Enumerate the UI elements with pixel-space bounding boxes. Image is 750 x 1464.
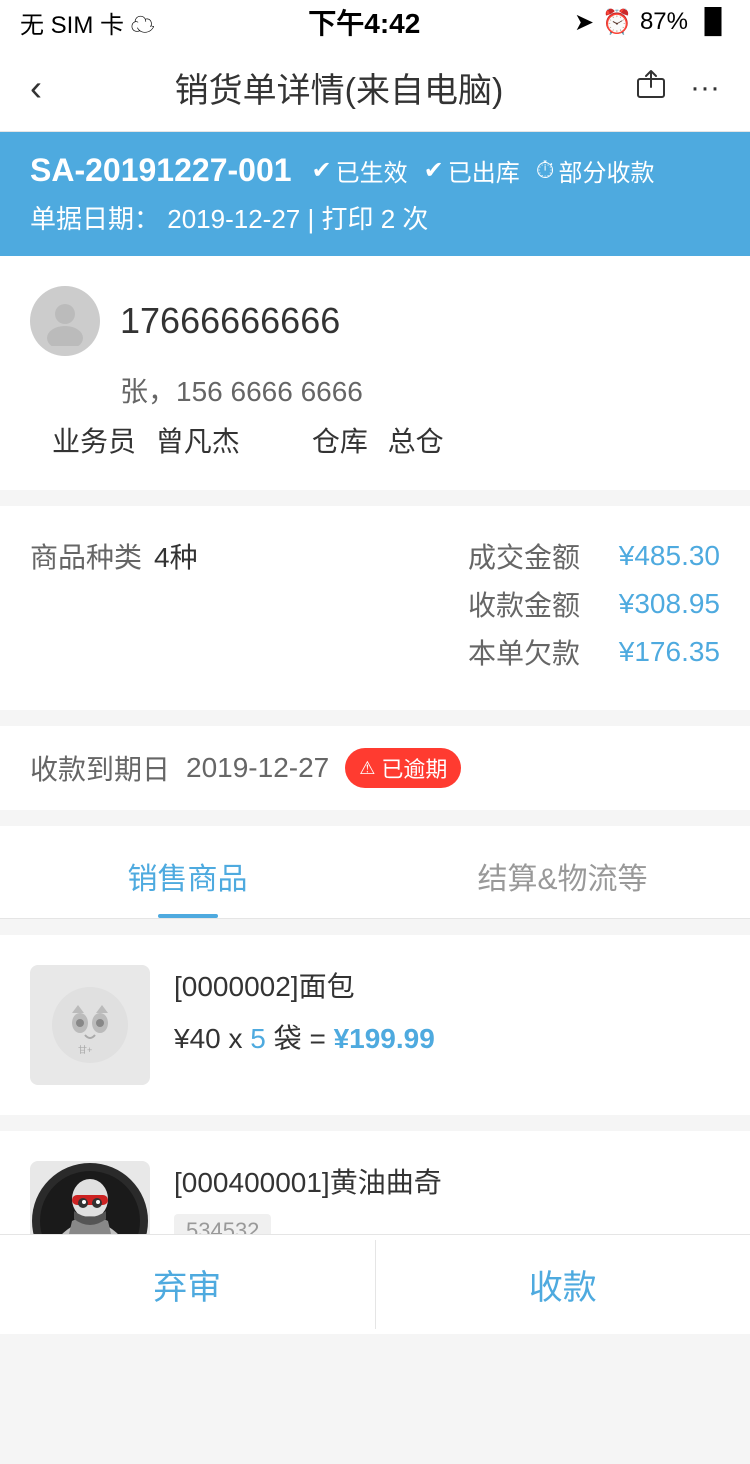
warehouse-item: 仓库 总仓 [300,420,444,460]
salesperson-item: 业务员 曾凡杰 [40,420,240,460]
warehouse-name: 总仓 [388,426,444,457]
more-icon[interactable]: ··· [690,71,720,105]
status-tag-partial: ⏱ 部分收款 [536,153,655,188]
share-icon[interactable] [636,69,666,106]
customer-meta: 业务员 曾凡杰 仓库 总仓 [30,420,720,460]
nav-actions: ··· [636,69,720,106]
received-amount: ¥308.95 [600,588,720,620]
header-bar-top: SA-20191227-001 ✔ 已生效 ✔ 已出库 ⏱ 部分收款 [30,152,720,189]
tab-sales-products[interactable]: 销售商品 [0,826,375,918]
overdue-badge: ⚠ 已逾期 [345,748,461,788]
avatar [30,286,100,356]
header-bar: SA-20191227-001 ✔ 已生效 ✔ 已出库 ⏱ 部分收款 单据日期：… [0,132,750,256]
customer-name: 张，156 6666 6666 [30,370,720,410]
deal-amount: ¥485.30 [600,540,720,572]
summary-left: 商品种类 4种 [30,536,198,576]
summary-section: 商品种类 4种 成交金额 ¥485.30 收款金额 ¥308.95 本单欠款 ¥… [0,506,750,710]
print-count: 2 [381,204,395,234]
status-tag-effective: ✔ 已生效 [312,153,408,188]
tabs: 销售商品 结算&物流等 [0,826,750,919]
payment-due-label: 收款到期日 [30,748,170,788]
warning-icon: ⚠ [359,758,375,779]
product-item: 甘+ [0000002]面包 ¥40 x 5 袋 = ¥199.99 [0,935,750,1115]
product-qty-1: 5 [250,1023,266,1054]
cancel-review-button[interactable]: 弃审 [0,1240,376,1329]
summary-right: 成交金额 ¥485.30 收款金额 ¥308.95 本单欠款 ¥176.35 [468,536,720,680]
battery-label: 87% [640,8,688,36]
sim-label: 无 SIM 卡 ☁ [20,5,155,40]
order-id: SA-20191227-001 [30,152,292,189]
location-icon: ➤ [574,8,594,37]
category-count: 4种 [154,536,198,576]
header-bar-bottom: 单据日期： 2019-12-27 | 打印 2 次 [30,199,720,236]
debt-amount: ¥176.35 [600,636,720,668]
summary-row: 商品种类 4种 成交金额 ¥485.30 收款金额 ¥308.95 本单欠款 ¥… [30,536,720,680]
back-button[interactable]: ‹ [30,67,42,109]
status-right: ➤ ⏰ 87% ▐▌ [574,8,730,37]
product-info-1: [0000002]面包 ¥40 x 5 袋 = ¥199.99 [174,965,720,1057]
payment-due-section: 收款到期日 2019-12-27 ⚠ 已逾期 [0,726,750,810]
debt-amount-row: 本单欠款 ¥176.35 [468,632,720,672]
alarm-icon: ⏰ [602,8,632,37]
customer-section: 17666666666 张，156 6666 6666 业务员 曾凡杰 仓库 总… [0,256,750,490]
salesperson-name: 曾凡杰 [156,426,240,457]
status-left: 无 SIM 卡 ☁ [20,5,155,40]
divider-2 [0,810,750,826]
product-total-1: ¥199.99 [334,1023,435,1054]
clock-icon: ⏱ [536,157,555,185]
received-amount-row: 收款金额 ¥308.95 [468,584,720,624]
tab-settlement[interactable]: 结算&物流等 [375,826,750,918]
status-tags: ✔ 已生效 ✔ 已出库 ⏱ 部分收款 [312,153,655,188]
status-bar: 无 SIM 卡 ☁ 下午4:42 ➤ ⏰ 87% ▐▌ [0,0,750,44]
product-name-2: [000400001]黄油曲奇 [174,1161,720,1201]
svg-text:甘+: 甘+ [78,1044,92,1055]
nav-bar: ‹ 销货单详情(来自电脑) ··· [0,44,750,132]
battery-icon: ▐▌ [696,8,730,36]
product-name-1: [0000002]面包 [174,965,720,1005]
divider-1 [0,490,750,506]
customer-row: 17666666666 [30,286,720,356]
check-icon-2: ✔ [424,156,444,185]
bottom-bar: 弃审 收款 [0,1234,750,1334]
collect-payment-button[interactable]: 收款 [376,1240,750,1329]
product-thumbnail-1: 甘+ [30,965,150,1085]
status-time: 下午4:42 [308,2,420,42]
order-date: 2019-12-27 [167,204,300,234]
customer-phone: 17666666666 [120,300,340,342]
payment-due-date: 2019-12-27 [186,752,329,784]
product-price-1: ¥40 x 5 袋 = ¥199.99 [174,1017,720,1057]
overdue-text: 已逾期 [381,752,447,784]
deal-amount-row: 成交金额 ¥485.30 [468,536,720,576]
status-tag-shipped: ✔ 已出库 [424,153,520,188]
page-title: 销货单详情(来自电脑) [175,63,504,112]
check-icon-1: ✔ [312,156,332,185]
